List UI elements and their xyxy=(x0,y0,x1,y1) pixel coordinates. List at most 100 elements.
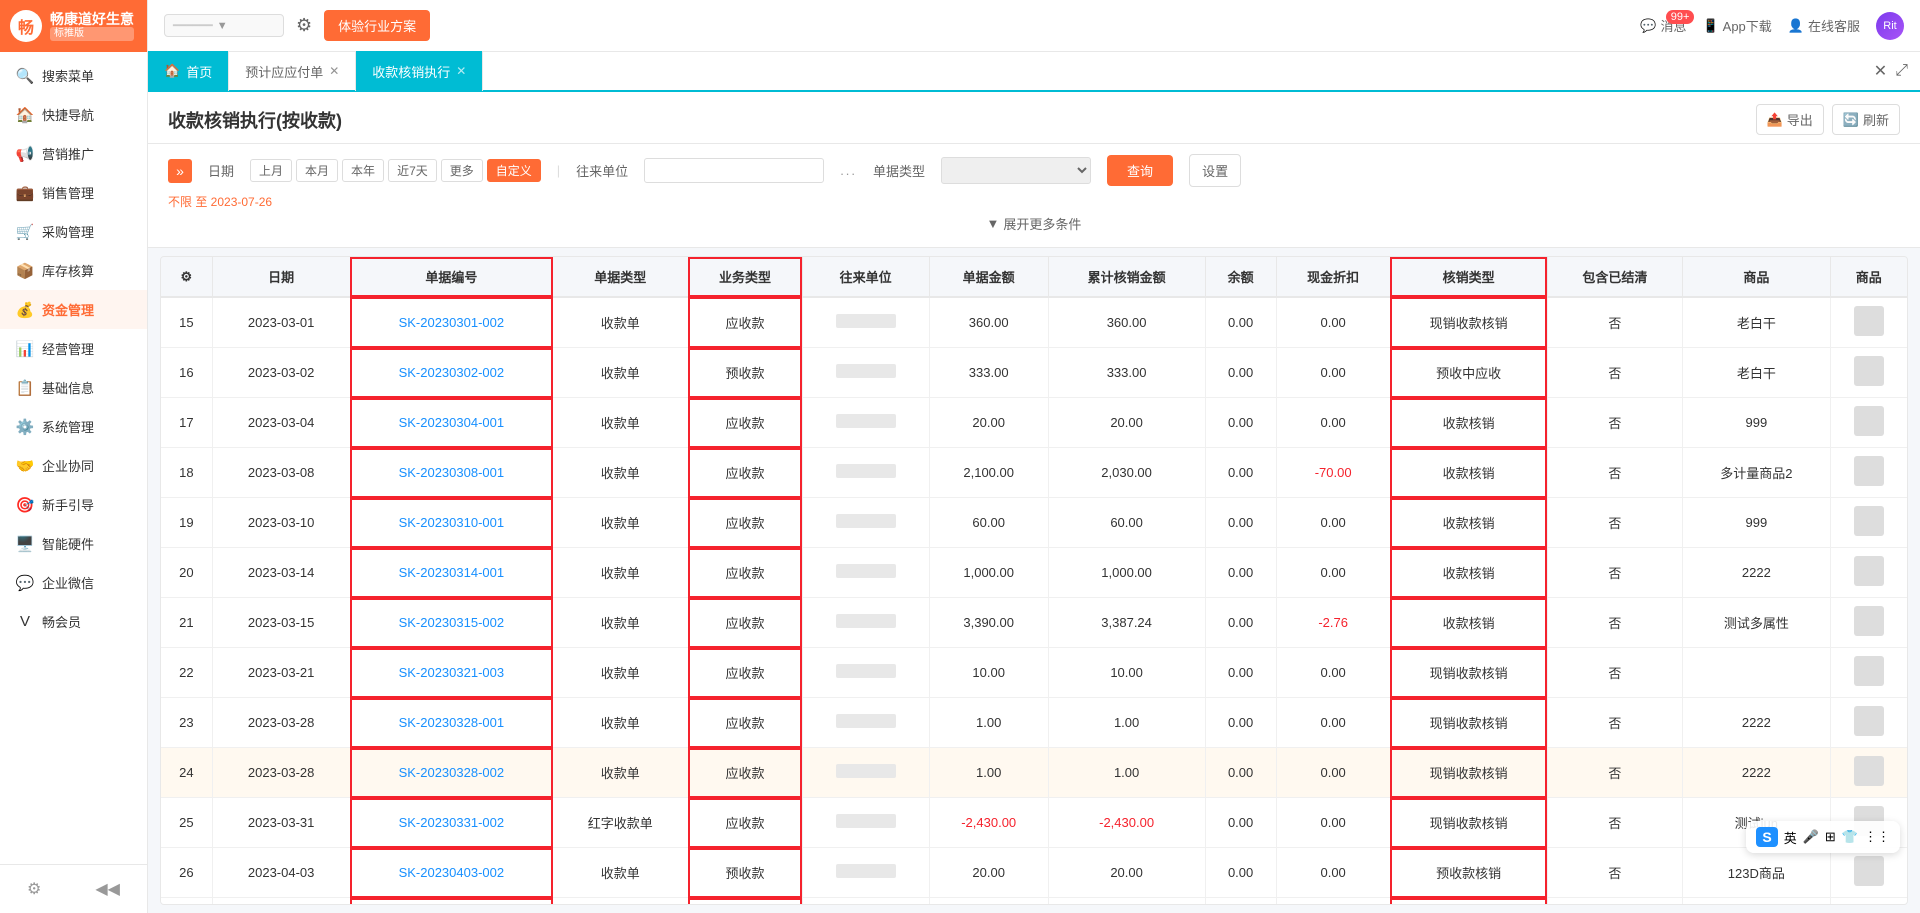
solution-button[interactable]: 体验行业方案 xyxy=(324,10,430,41)
cell-product-thumb xyxy=(1830,748,1907,798)
sidebar-item-quicknav[interactable]: 🏠快捷导航 xyxy=(0,95,147,134)
bill-no-link[interactable]: SK-20230331-002 xyxy=(399,815,505,830)
sidebar-item-member[interactable]: V畅会员 xyxy=(0,602,147,641)
purchase-icon: 🛒 xyxy=(16,223,34,241)
col-cumulative[interactable]: 累计核销金额 xyxy=(1048,257,1205,297)
cell-bill-no: SK-20230315-002 xyxy=(350,598,552,648)
sidebar-item-guide[interactable]: 🎯新手引导 xyxy=(0,485,147,524)
date-more[interactable]: 更多 xyxy=(441,159,483,182)
user-avatar[interactable]: Rit xyxy=(1876,12,1904,40)
sidebar-item-purchase[interactable]: 🛒采购管理 xyxy=(0,212,147,251)
bill-no-link[interactable]: SK-20230301-002 xyxy=(399,315,505,330)
cell-bill-type: 收款单 xyxy=(553,598,689,648)
tab-close-button[interactable]: ✕ xyxy=(1874,61,1887,81)
partner-input[interactable] xyxy=(644,158,824,183)
sidebar-item-enterprise[interactable]: 🤝企业协同 xyxy=(0,446,147,485)
filter-settings-button[interactable]: 设置 xyxy=(1189,154,1241,187)
sidebar-item-marketing[interactable]: 📢营销推广 xyxy=(0,134,147,173)
cell-cancel-type: 现销收款核销 xyxy=(1390,297,1547,348)
col-bill-type[interactable]: 单据类型 xyxy=(553,257,689,297)
product-thumbnail xyxy=(1854,756,1884,786)
bill-no-link[interactable]: SK-20230304-001 xyxy=(399,415,505,430)
col-biz-type[interactable]: 业务类型 xyxy=(688,257,802,297)
partner-blurred xyxy=(836,464,896,478)
sidebar-item-system[interactable]: ⚙️系统管理 xyxy=(0,407,147,446)
sidebar-item-search[interactable]: 🔍搜索菜单 xyxy=(0,56,147,95)
cell-bill-no: SK-20230301-002 xyxy=(350,297,552,348)
date-this-year[interactable]: 本年 xyxy=(342,159,384,182)
sidebar-item-finance[interactable]: 💰资金管理 xyxy=(0,290,147,329)
settings-gear-icon[interactable]: ⚙ xyxy=(21,873,47,905)
online-service-button[interactable]: 👤 在线客服 xyxy=(1788,16,1860,35)
refresh-button[interactable]: 🔄 刷新 xyxy=(1832,104,1900,135)
sidebar-item-inventory[interactable]: 📦库存核算 xyxy=(0,251,147,290)
cell-cumulative: 2,030.00 xyxy=(1048,448,1205,498)
settings-icon[interactable]: ⚙ xyxy=(296,15,312,36)
cell-cancel-type: 收款核销 xyxy=(1390,498,1547,548)
sales-icon: 💼 xyxy=(16,184,34,202)
date-last-month[interactable]: 上月 xyxy=(250,159,292,182)
query-button[interactable]: 查询 xyxy=(1107,155,1173,186)
tab-home[interactable]: 🏠 首页 xyxy=(148,51,229,91)
sidebar-label-guide: 新手引导 xyxy=(42,495,94,514)
bill-no-link[interactable]: SK-20230321-003 xyxy=(399,665,505,680)
main-area: ━━━━━━ ▼ ⚙ 体验行业方案 💬 消息 99+ 📱 App下载 👤 在线客… xyxy=(148,0,1920,913)
bill-no-link[interactable]: SK-20230328-001 xyxy=(399,715,505,730)
cell-amount: 1.00 xyxy=(929,698,1048,748)
collapse-icon[interactable]: ◀◀ xyxy=(89,873,126,905)
date-this-month[interactable]: 本月 xyxy=(296,159,338,182)
col-date[interactable]: 日期 xyxy=(212,257,350,297)
export-button[interactable]: 📤 导出 xyxy=(1756,104,1824,135)
messages-button[interactable]: 💬 消息 99+ xyxy=(1640,16,1686,35)
watermark-apps-icon: ⋮⋮ xyxy=(1864,829,1890,845)
cell-partner xyxy=(802,898,929,906)
sidebar-item-basic[interactable]: 📋基础信息 xyxy=(0,368,147,407)
cell-biz-type: 应收款 xyxy=(688,448,802,498)
bill-no-link[interactable]: SK-20230403-002 xyxy=(399,865,505,880)
partner-blurred xyxy=(836,514,896,528)
bill-no-link[interactable]: SK-20230302-002 xyxy=(399,365,505,380)
bill-no-link[interactable]: SK-20230315-002 xyxy=(399,615,505,630)
product-thumbnail xyxy=(1854,556,1884,586)
tab-receipt[interactable]: 收款核销执行 ✕ xyxy=(356,51,483,91)
tab-expand-button[interactable]: ⤢ xyxy=(1895,62,1908,80)
date-last-7days[interactable]: 近7天 xyxy=(388,159,437,182)
cell-cash-discount: 0.00 xyxy=(1276,398,1390,448)
table-row: 19 2023-03-10 SK-20230310-001 收款单 应收款 60… xyxy=(161,498,1907,548)
cell-no: 23 xyxy=(161,698,212,748)
cell-no: 20 xyxy=(161,548,212,598)
search-icon: 🔍 xyxy=(16,67,34,85)
sidebar-item-wechat[interactable]: 💬企业微信 xyxy=(0,563,147,602)
bill-no-link[interactable]: SK-20230328-002 xyxy=(399,765,505,780)
col-bill-no[interactable]: 单据编号 xyxy=(350,257,552,297)
app-download-button[interactable]: 📱 App下载 xyxy=(1702,16,1771,35)
receipt-type-select[interactable] xyxy=(941,157,1091,184)
col-partner[interactable]: 往来单位 xyxy=(802,257,929,297)
sidebar-item-sales[interactable]: 💼销售管理 xyxy=(0,173,147,212)
filter-toggle-button[interactable]: » xyxy=(168,159,192,183)
cell-cash-discount: 0.00 xyxy=(1276,898,1390,906)
col-product-thumb[interactable]: 商品 xyxy=(1830,257,1907,297)
cell-biz-type: 预收款 xyxy=(688,848,802,898)
scheme-dropdown[interactable]: ━━━━━━ ▼ xyxy=(164,14,284,37)
bill-no-link[interactable]: SK-20230310-001 xyxy=(399,515,505,530)
expand-conditions-button[interactable]: ▼ 展开更多条件 xyxy=(987,214,1082,233)
col-amount[interactable]: 单据金额 xyxy=(929,257,1048,297)
sidebar-item-operation[interactable]: 📊经营管理 xyxy=(0,329,147,368)
bill-no-link[interactable]: SK-20230308-001 xyxy=(399,465,505,480)
inventory-icon: 📦 xyxy=(16,262,34,280)
date-custom-button[interactable]: 自定义 xyxy=(487,159,541,182)
cell-product-thumb xyxy=(1830,398,1907,448)
sidebar-item-hardware[interactable]: 🖥️智能硬件 xyxy=(0,524,147,563)
col-product[interactable]: 商品 xyxy=(1683,257,1830,297)
cell-product-thumb xyxy=(1830,648,1907,698)
tab-payable-close-icon[interactable]: ✕ xyxy=(329,64,339,78)
col-gear[interactable]: ⚙ xyxy=(161,257,212,297)
bill-no-link[interactable]: SK-20230314-001 xyxy=(399,565,505,580)
col-cash-discount[interactable]: 现金折扣 xyxy=(1276,257,1390,297)
col-cancel-type[interactable]: 核销类型 xyxy=(1390,257,1547,297)
col-include-settled[interactable]: 包含已结清 xyxy=(1547,257,1683,297)
tab-receipt-close-icon[interactable]: ✕ xyxy=(456,64,466,78)
col-balance[interactable]: 余额 xyxy=(1205,257,1276,297)
tab-payable[interactable]: 预计应应付单 ✕ xyxy=(229,51,356,91)
